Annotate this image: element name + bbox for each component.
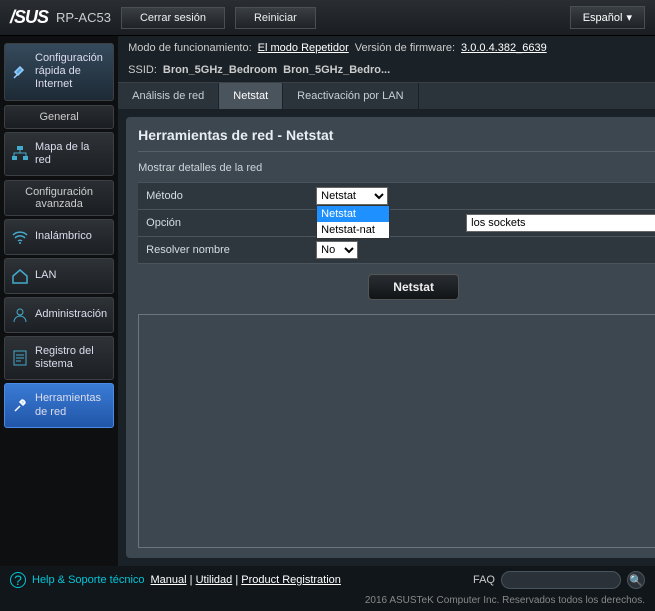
sidebar-label-lan: LAN: [35, 269, 56, 282]
logout-button[interactable]: Cerrar sesión: [121, 7, 225, 29]
tab-network-analysis[interactable]: Análisis de red: [118, 83, 219, 109]
ssid-value-1: Bron_5GHz_Bedroom: [163, 64, 277, 76]
brand-logo: /SUS: [10, 7, 48, 28]
method-dropdown-list: Netstat Netstat-nat: [316, 205, 390, 239]
model-name: RP-AC53: [56, 10, 111, 25]
sidebar-item-wireless[interactable]: Inalámbrico: [4, 219, 114, 255]
help-support-link[interactable]: Help & Soporte técnico: [32, 574, 145, 586]
method-select[interactable]: Netstat: [316, 187, 388, 205]
netstat-button[interactable]: Netstat: [368, 274, 459, 300]
fw-label: Versión de firmware:: [355, 42, 455, 58]
sidebar-label-netmap: Mapa de la red: [35, 141, 107, 167]
sidebar-section-general: General: [4, 105, 114, 129]
sidebar-item-network-map[interactable]: Mapa de la red: [4, 132, 114, 176]
network-map-icon: [11, 145, 29, 163]
search-icon[interactable]: 🔍: [627, 571, 645, 589]
panel-title: Herramientas de red - Netstat: [138, 127, 655, 152]
log-icon: [11, 349, 29, 367]
sidebar-item-quick-setup[interactable]: Configuración rápida de Internet: [4, 43, 114, 101]
method-option-netstat-nat[interactable]: Netstat-nat: [317, 222, 389, 238]
utility-link[interactable]: Utilidad: [196, 574, 233, 586]
ssid-value-2: Bron_5GHz_Bedro...: [283, 64, 390, 76]
sidebar-label-admin: Administración: [35, 308, 107, 321]
sidebar-section-advanced: Configuración avanzada: [4, 180, 114, 216]
sidebar-label-syslog: Registro del sistema: [35, 345, 107, 371]
ssid-label: SSID:: [128, 64, 157, 76]
sidebar-item-network-tools[interactable]: Herramientas de red: [4, 383, 114, 427]
search-input[interactable]: [501, 571, 621, 589]
sidebar-item-admin[interactable]: Administración: [4, 297, 114, 333]
copyright-text: 2016 ASUSTeK Computer Inc. Reservados to…: [10, 589, 645, 606]
resolve-label: Resolver nombre: [146, 244, 316, 256]
option-label: Opción: [146, 217, 316, 229]
panel-subtitle: Mostrar detalles de la red: [138, 152, 655, 182]
sidebar-item-lan[interactable]: LAN: [4, 258, 114, 294]
method-label: Método: [146, 190, 316, 202]
faq-label[interactable]: FAQ: [473, 574, 495, 586]
chevron-down-icon: ▾: [626, 11, 632, 24]
wifi-icon: [11, 228, 29, 246]
help-icon[interactable]: ?: [10, 572, 26, 588]
option-select[interactable]: los sockets: [466, 214, 655, 232]
tools-icon: [11, 397, 29, 415]
plug-icon: [11, 63, 29, 81]
manual-link[interactable]: Manual: [151, 574, 187, 586]
mode-value-link[interactable]: El modo Repetidor: [258, 42, 349, 58]
sidebar-label-quick: Configuración rápida de Internet: [35, 52, 107, 92]
mode-label: Modo de funcionamiento:: [128, 42, 252, 58]
footer-links: Manual | Utilidad | Product Registration: [151, 574, 341, 586]
sidebar-label-nettools: Herramientas de red: [35, 392, 107, 418]
sidebar-item-syslog[interactable]: Registro del sistema: [4, 336, 114, 380]
resolve-select[interactable]: No: [316, 241, 358, 259]
reboot-button[interactable]: Reiniciar: [235, 7, 316, 29]
method-option-netstat[interactable]: Netstat: [317, 206, 389, 222]
sidebar-label-wireless: Inalámbrico: [35, 230, 92, 243]
sidebar: Configuración rápida de Internet General…: [0, 36, 118, 566]
output-textarea[interactable]: [138, 314, 655, 548]
tab-netstat[interactable]: Netstat: [219, 83, 283, 109]
language-selector[interactable]: Español ▾: [570, 6, 645, 29]
admin-icon: [11, 306, 29, 324]
fw-value-link[interactable]: 3.0.0.4.382_6639: [461, 42, 547, 58]
product-registration-link[interactable]: Product Registration: [241, 574, 341, 586]
tab-wol[interactable]: Reactivación por LAN: [283, 83, 418, 109]
home-icon: [11, 267, 29, 285]
language-label: Español: [583, 12, 623, 24]
